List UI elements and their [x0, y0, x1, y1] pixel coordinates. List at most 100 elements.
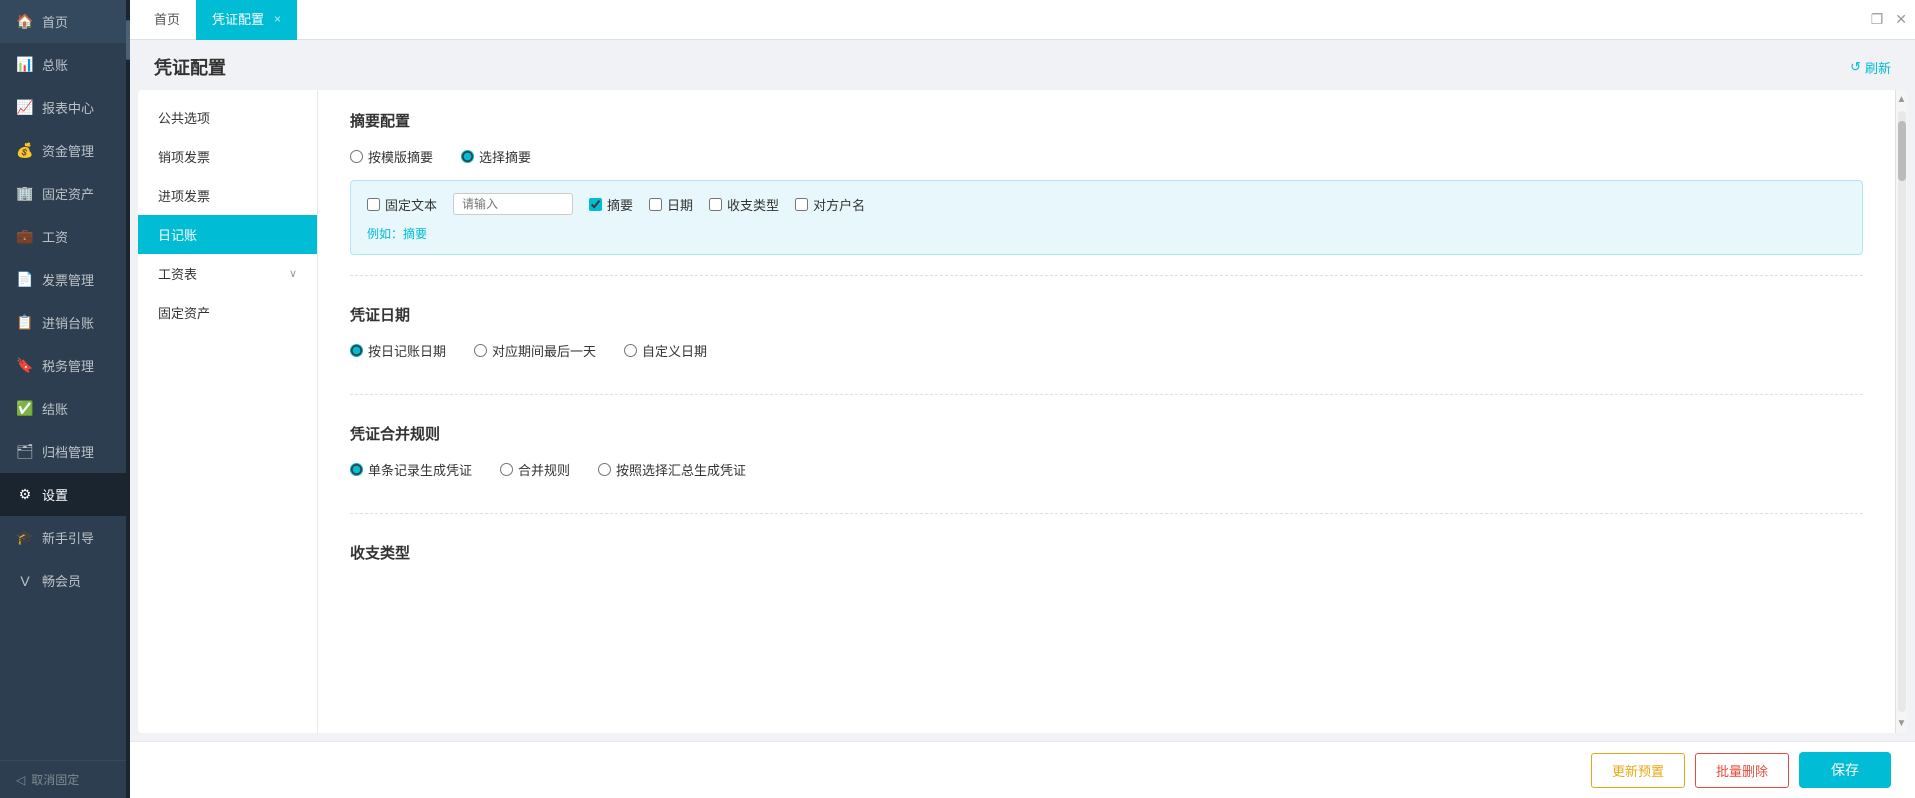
tab-close-button[interactable]: × — [274, 12, 281, 26]
sidebar-item-tax[interactable]: 🔖税务管理 — [0, 344, 130, 387]
left-nav-item-payroll[interactable]: 工资表∨ — [138, 254, 317, 293]
checkbox-summary[interactable]: 摘要 — [589, 195, 633, 214]
sidebar-item-home[interactable]: 🏠首页 — [0, 0, 130, 43]
checkbox-fixed-text[interactable]: 固定文本 — [367, 195, 437, 214]
tab-voucher[interactable]: 凭证配置 × — [196, 0, 297, 40]
sidebar-item-invoice[interactable]: 📄发票管理 — [0, 258, 130, 301]
sidebar-item-archive[interactable]: 🗂归档管理 — [0, 430, 130, 473]
scrollbar-track — [1898, 111, 1906, 712]
left-nav-item-purchase[interactable]: 进项发票 — [138, 176, 317, 215]
radio-custom-date-input[interactable] — [624, 344, 637, 357]
checkout-icon: ✅ — [16, 400, 34, 417]
left-nav-item-sales[interactable]: 销项发票 — [138, 137, 317, 176]
main-area: 首页凭证配置× ❐ ✕ 凭证配置 ↺ 刷新 公共选项销项发票进项发票日记账工资表… — [130, 0, 1915, 798]
sidebar-item-label: 固定资产 — [42, 184, 94, 203]
radio-template-summary[interactable]: 按模版摘要 — [350, 147, 433, 166]
page-title: 凭证配置 — [154, 54, 226, 80]
sidebar-item-member[interactable]: V 畅会员 — [0, 559, 130, 602]
sidebar-item-ledger[interactable]: 📊总账 — [0, 43, 130, 86]
radio-merge-rule-label: 合并规则 — [518, 460, 570, 479]
refresh-label: 刷新 — [1865, 58, 1891, 77]
restore-button[interactable]: ❐ — [1871, 11, 1884, 28]
sidebar-item-label: 畅会员 — [42, 571, 81, 590]
sidebar-item-label: 工资 — [42, 227, 68, 246]
checkbox-income-type-input[interactable] — [709, 198, 722, 211]
income-type-section: 收支类型 — [350, 542, 1863, 599]
sidebar-unpin-button[interactable]: ◁ 取消固定 — [0, 760, 130, 798]
checkbox-summary-label: 摘要 — [607, 195, 633, 214]
batch-delete-button[interactable]: 批量删除 — [1695, 753, 1789, 788]
checkbox-counterpart-label: 对方户名 — [813, 195, 865, 214]
radio-custom-date[interactable]: 自定义日期 — [624, 341, 707, 360]
sidebar-item-reports[interactable]: 📈报表中心 — [0, 86, 130, 129]
summary-checkbox-row: 固定文本 摘要 日期 — [367, 193, 1846, 215]
summary-config-box: 固定文本 摘要 日期 — [350, 180, 1863, 255]
checkbox-counterpart[interactable]: 对方户名 — [795, 195, 865, 214]
close-button[interactable]: ✕ — [1895, 11, 1907, 28]
sidebar-item-checkout[interactable]: ✅结账 — [0, 387, 130, 430]
sidebar-item-label: 资金管理 — [42, 141, 94, 160]
radio-merge-rule-input[interactable] — [500, 463, 513, 476]
radio-single-record-label: 单条记录生成凭证 — [368, 460, 472, 479]
left-nav: 公共选项销项发票进项发票日记账工资表∨固定资产 — [138, 90, 318, 733]
radio-single-record[interactable]: 单条记录生成凭证 — [350, 460, 472, 479]
sidebar-item-label: 设置 — [42, 485, 68, 504]
settings-icon: ⚙ — [16, 486, 34, 503]
sidebar-item-funds[interactable]: 💰资金管理 — [0, 129, 130, 172]
summary-config-section: 摘要配置 按模版摘要 选择摘要 — [350, 110, 1863, 276]
radio-summary-voucher[interactable]: 按照选择汇总生成凭证 — [598, 460, 746, 479]
voucher-date-section: 凭证日期 按日记账日期 对应期间最后一天 自定义日期 — [350, 304, 1863, 395]
radio-journal-date[interactable]: 按日记账日期 — [350, 341, 446, 360]
sidebar-item-label: 发票管理 — [42, 270, 94, 289]
radio-last-day[interactable]: 对应期间最后一天 — [474, 341, 596, 360]
tab-label: 凭证配置 — [212, 9, 264, 28]
refresh-button[interactable]: ↺ 刷新 — [1850, 58, 1891, 77]
radio-last-day-input[interactable] — [474, 344, 487, 357]
member-icon: V — [16, 573, 34, 589]
save-button[interactable]: 保存 — [1799, 752, 1891, 788]
left-nav-item-public[interactable]: 公共选项 — [138, 98, 317, 137]
tab-home[interactable]: 首页 — [138, 0, 196, 40]
checkbox-fixed-text-input[interactable] — [367, 198, 380, 211]
radio-select-summary-input[interactable] — [461, 150, 474, 163]
income-type-title: 收支类型 — [350, 542, 1863, 563]
reports-icon: 📈 — [16, 99, 34, 116]
summary-radio-group: 按模版摘要 选择摘要 — [350, 147, 1863, 166]
window-controls: ❐ ✕ — [1871, 11, 1907, 28]
sidebar-scrollbar-thumb — [126, 20, 130, 60]
checkbox-date[interactable]: 日期 — [649, 195, 693, 214]
checkbox-date-input[interactable] — [649, 198, 662, 211]
radio-single-record-input[interactable] — [350, 463, 363, 476]
radio-template-summary-label: 按模版摘要 — [368, 147, 433, 166]
sidebar-item-label: 归档管理 — [42, 442, 94, 461]
sidebar-item-settings[interactable]: ⚙ 设置 — [0, 473, 130, 516]
page-header: 凭证配置 ↺ 刷新 — [130, 40, 1915, 90]
merge-rules-title: 凭证合并规则 — [350, 423, 1863, 444]
radio-template-summary-input[interactable] — [350, 150, 363, 163]
voucher-date-radio-group: 按日记账日期 对应期间最后一天 自定义日期 — [350, 341, 1863, 360]
radio-summary-voucher-input[interactable] — [598, 463, 611, 476]
sidebar-item-salary[interactable]: 💼工资 — [0, 215, 130, 258]
left-nav-label: 销项发票 — [158, 147, 210, 166]
checkbox-date-label: 日期 — [667, 195, 693, 214]
checkbox-summary-input[interactable] — [589, 198, 602, 211]
tab-label: 首页 — [154, 9, 180, 28]
radio-journal-date-input[interactable] — [350, 344, 363, 357]
radio-custom-date-label: 自定义日期 — [642, 341, 707, 360]
checkbox-counterpart-input[interactable] — [795, 198, 808, 211]
update-preview-button[interactable]: 更新预置 — [1591, 753, 1685, 788]
scrollbar-down-button[interactable]: ▼ — [1897, 714, 1907, 733]
fixed-text-input[interactable] — [453, 193, 573, 215]
sidebar: 🏠首页📊总账📈报表中心💰资金管理🏢固定资产💼工资📄发票管理📋进销台账🔖税务管理✅… — [0, 0, 130, 798]
radio-last-day-label: 对应期间最后一天 — [492, 341, 596, 360]
checkbox-income-type[interactable]: 收支类型 — [709, 195, 779, 214]
sidebar-item-assets[interactable]: 🏢固定资产 — [0, 172, 130, 215]
radio-select-summary[interactable]: 选择摘要 — [461, 147, 531, 166]
left-nav-item-fixed_assets[interactable]: 固定资产 — [138, 293, 317, 332]
scrollbar-up-button[interactable]: ▲ — [1897, 90, 1907, 109]
sidebar-item-guide[interactable]: 🎓新手引导 — [0, 516, 130, 559]
sidebar-item-trade[interactable]: 📋进销台账 — [0, 301, 130, 344]
radio-merge-rule[interactable]: 合并规则 — [500, 460, 570, 479]
left-nav-item-journal[interactable]: 日记账 — [138, 215, 317, 254]
sidebar-scrollbar — [126, 0, 130, 798]
